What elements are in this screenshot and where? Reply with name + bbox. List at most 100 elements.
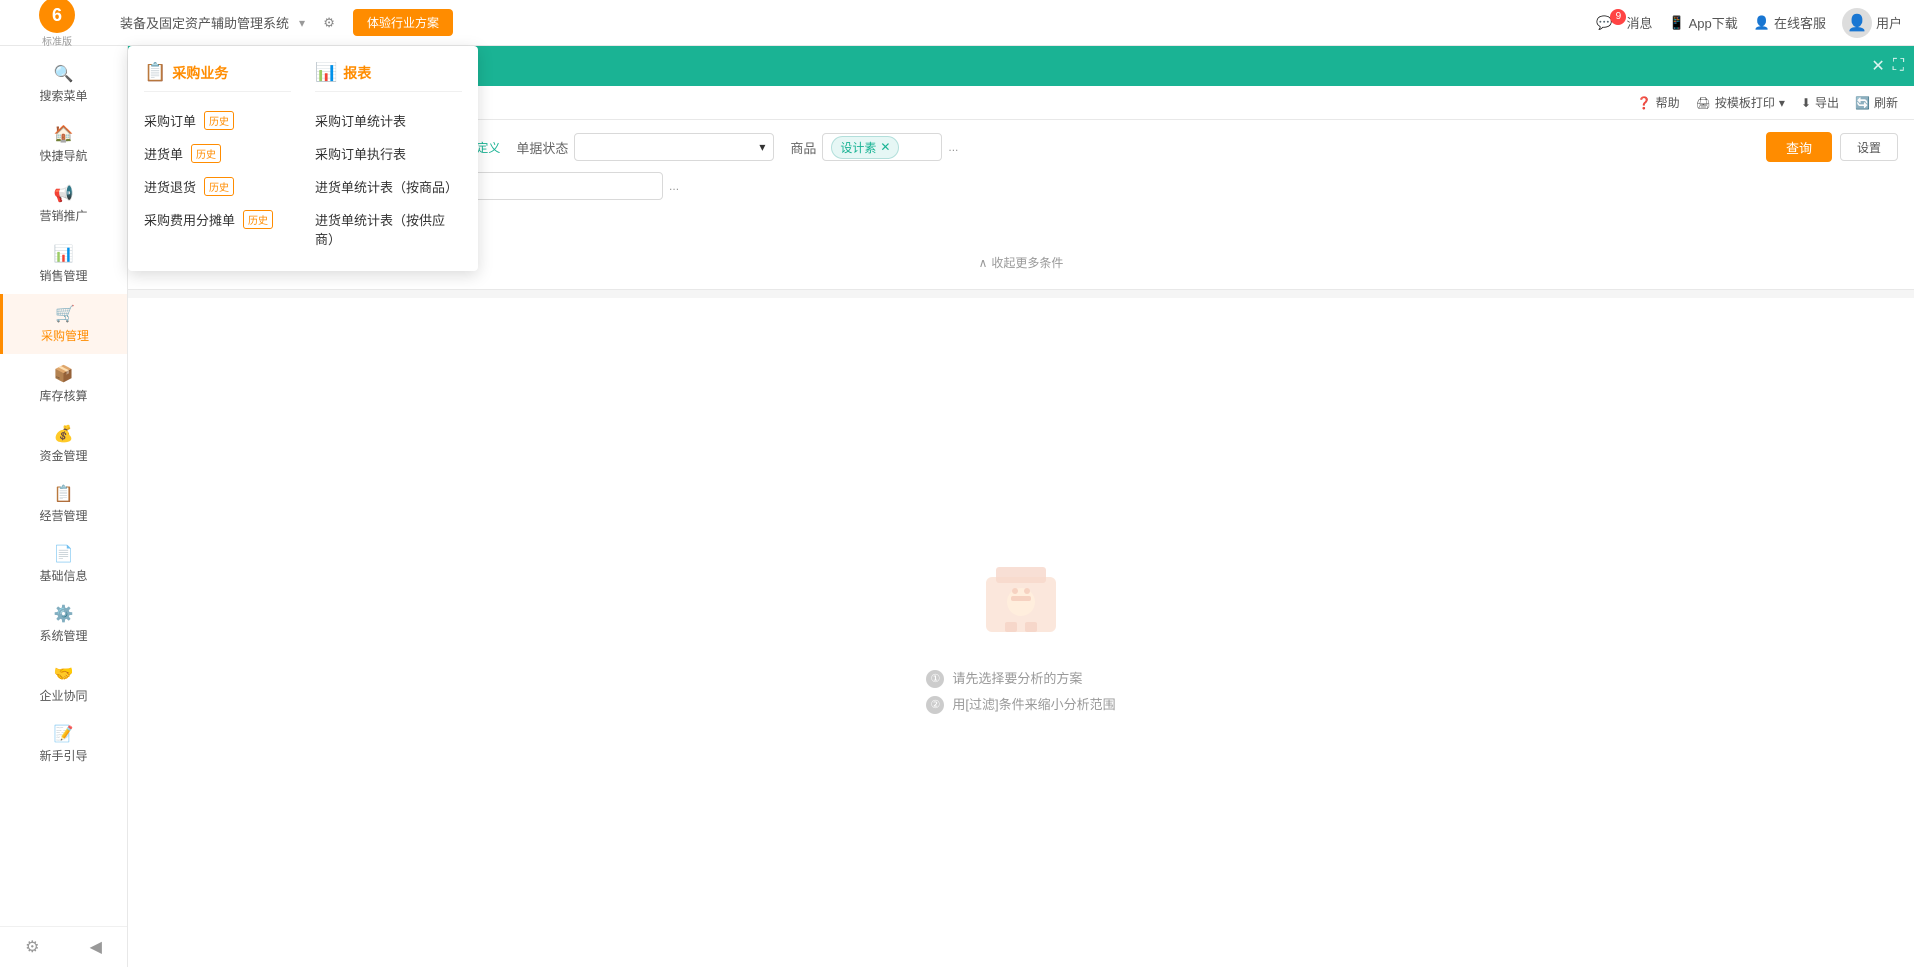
help-btn[interactable]: ❓ 帮助 [1637,94,1680,111]
business-col-label: 采购业务 [172,63,228,83]
bottom-settings-btn[interactable]: ⚙ [25,937,39,957]
purchase-fee-label: 采购费用分摊单 [144,210,235,229]
user-name: 用户 [1876,13,1902,32]
sidebar-item-guide[interactable]: 📝 新手引导 [0,714,127,774]
report-col-icon: 📊 [315,62,337,83]
sidebar-item-finance[interactable]: 💰 资金管理 [0,414,127,474]
receipt-item[interactable]: 进货单 历史 [144,137,291,170]
status-filter: 单据状态 ▾ [516,133,774,161]
sidebar-guide-label: 新手引导 [39,747,87,764]
headset-icon: 👤 [1754,15,1770,31]
sidebar-finance-label: 资金管理 [39,447,87,464]
sidebar-item-quicknav[interactable]: 🏠 快捷导航 [0,114,127,174]
sidebar-sales-label: 销售管理 [39,267,87,284]
sidebar-item-inventory[interactable]: 📦 库存核算 [0,354,127,414]
sidebar-quicknav-label: 快捷导航 [39,147,87,164]
status-dropdown-icon: ▾ [759,140,765,154]
sidebar-bottom: ⚙ ◀ [0,926,127,967]
logo-area: 6 标准版 [12,0,102,48]
purchase-order-item[interactable]: 采购订单 历史 [144,104,291,137]
online-service-btn[interactable]: 👤 在线客服 [1754,13,1826,32]
goods-filter: 商品 设计素 ✕ ... [790,133,958,161]
report-receipt-by-goods[interactable]: 进货单统计表（按商品） [315,170,462,203]
hint-1-num: ① [926,670,944,688]
export-btn[interactable]: ⬇ 导出 [1801,94,1839,111]
report-receipt-by-supplier[interactable]: 进货单统计表（按供应商） [315,203,462,255]
sidebar-collapse-btn[interactable]: ◀ [90,937,102,957]
goods-select[interactable]: 设计素 ✕ [822,133,942,161]
help-icon: ❓ [1637,96,1652,110]
report-order-stats[interactable]: 采购订单统计表 [315,104,462,137]
refresh-btn[interactable]: 🔄 刷新 [1855,94,1898,111]
sidebar-marketing-label: 营销推广 [39,207,87,224]
receipt-history[interactable]: 历史 [191,144,221,163]
system-icon: ⚙️ [54,604,74,624]
settings-icon[interactable]: ⚙ [315,9,343,37]
refresh-icon: 🔄 [1855,96,1870,110]
sidebar-item-system[interactable]: ⚙️ 系统管理 [0,594,127,654]
hint-2-num: ② [926,696,944,714]
sales-icon: 📊 [54,244,74,264]
return-goods-label: 进货退货 [144,177,196,196]
hint-2-text: 用[过滤]条件来缩小分析范围 [952,692,1115,718]
receipt-label: 进货单 [144,144,183,163]
purchase-fee-history[interactable]: 历史 [243,210,273,229]
tab-bar-actions: ✕ ⛶ [1871,56,1904,76]
sidebar-items: 🔍 搜索菜单 🏠 快捷导航 📢 营销推广 📊 销售管理 🛒 采购管 [0,46,127,926]
sidebar-item-purchase[interactable]: 🛒 采购管理 [0,294,127,354]
sidebar-search-label: 搜索菜单 [39,87,87,104]
phone-icon: 📱 [1668,15,1684,31]
system-title-dropdown[interactable]: ▾ [299,16,305,30]
purchase-order-history[interactable]: 历史 [204,111,234,130]
goods-label: 商品 [790,138,816,157]
inventory-icon: 📦 [54,364,74,384]
purchase-report-col: 📊 报表 采购订单统计表 采购订单执行表 进货单统计表（按商品） 进货单统计表（… [315,62,462,255]
print-icon: 🖨 [1696,96,1711,110]
notifications-label: 消息 [1626,13,1652,32]
marketing-icon: 📢 [54,184,74,204]
goods-dots[interactable]: ... [948,140,958,154]
notifications-btn[interactable]: 💬 9 消息 [1596,13,1652,32]
purchase-dropdown: 📋 采购业务 采购订单 历史 进货单 历史 进货退货 历史 采购费用分摊单 历史… [128,46,478,271]
status-label: 单据状态 [516,138,568,157]
sidebar-item-enterprise[interactable]: 🤝 企业协同 [0,654,127,714]
sidebar-item-basics[interactable]: 📄 基础信息 [0,534,127,594]
salesman-dots[interactable]: ... [669,179,679,193]
sidebar-item-operations[interactable]: 📋 经营管理 [0,474,127,534]
trial-button[interactable]: 体验行业方案 [353,9,453,36]
report-order-exec-label: 采购订单执行表 [315,147,406,162]
sidebar-basics-label: 基础信息 [39,567,87,584]
tab-close-window-btn[interactable]: ✕ [1871,56,1884,76]
sidebar-purchase-label: 采购管理 [41,327,89,344]
tab-fullscreen-btn[interactable]: ⛶ [1893,56,1904,76]
sidebar-item-sales[interactable]: 📊 销售管理 [0,234,127,294]
return-goods-history[interactable]: 历史 [204,177,234,196]
sidebar-item-search[interactable]: 🔍 搜索菜单 [0,54,127,114]
empty-illustration [961,547,1081,647]
sidebar-item-marketing[interactable]: 📢 营销推广 [0,174,127,234]
purchase-fee-item[interactable]: 采购费用分摊单 历史 [144,203,291,236]
basics-icon: 📄 [54,544,74,564]
print-dropdown-icon: ▾ [1779,96,1785,110]
report-order-exec[interactable]: 采购订单执行表 [315,137,462,170]
export-label: 导出 [1815,94,1839,111]
collapse-button[interactable]: ∧ 收起更多条件 [979,254,1064,271]
print-label: 按模板打印 [1715,94,1775,111]
report-order-stats-label: 采购订单统计表 [315,114,406,129]
business-col-icon: 📋 [144,62,166,83]
sidebar-enterprise-label: 企业协同 [39,687,87,704]
logo-icon: 6 [39,0,75,33]
set-button[interactable]: 设置 [1840,133,1898,161]
search-icon: 🔍 [54,64,74,84]
help-label: 帮助 [1656,94,1680,111]
purchase-icon: 🛒 [55,304,75,324]
print-template-btn[interactable]: 🖨 按模板打印 ▾ [1696,94,1785,111]
user-area[interactable]: 👤 用户 [1842,8,1902,38]
goods-tag: 设计素 ✕ [831,136,899,159]
status-select[interactable]: ▾ [574,133,774,161]
goods-tag-close[interactable]: ✕ [880,140,890,154]
query-button[interactable]: 查询 [1766,132,1832,162]
salesman-select[interactable] [463,172,663,200]
app-download-btn[interactable]: 📱 App下载 [1668,13,1737,32]
return-goods-item[interactable]: 进货退货 历史 [144,170,291,203]
